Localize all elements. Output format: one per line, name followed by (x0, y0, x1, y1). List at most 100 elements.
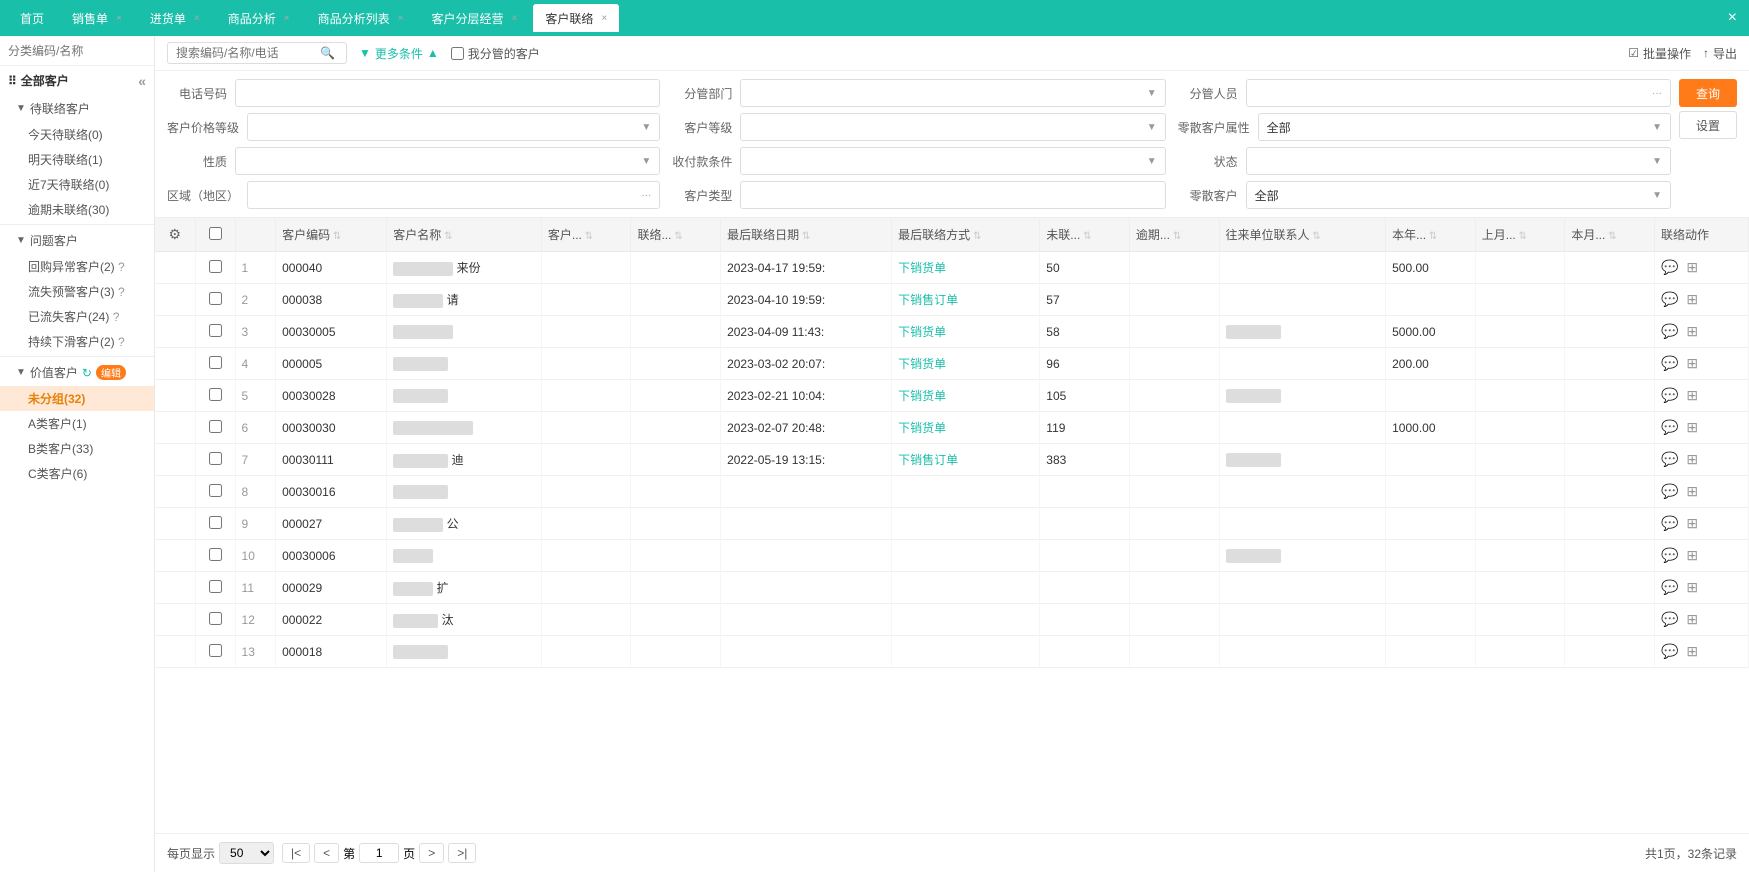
row-checkbox[interactable] (209, 260, 222, 273)
chat-icon[interactable]: 💬 (1661, 611, 1678, 628)
grid-action-icon[interactable]: ⊞ (1686, 291, 1698, 308)
filter-nature-select[interactable]: ▼ (235, 147, 660, 175)
filter-retail-attr-select[interactable]: 全部 ▼ (1258, 113, 1671, 141)
edit-badge[interactable]: 编辑 (96, 365, 126, 380)
grid-action-icon[interactable]: ⊞ (1686, 419, 1698, 436)
grid-action-icon[interactable]: ⊞ (1686, 515, 1698, 532)
chat-icon[interactable]: 💬 (1661, 579, 1678, 596)
th-overdue[interactable]: 逾期... (1129, 218, 1219, 252)
grid-action-icon[interactable]: ⊞ (1686, 259, 1698, 276)
chat-icon[interactable]: 💬 (1661, 451, 1678, 468)
tab-product-analysis-list[interactable]: 商品分析列表 × (306, 4, 416, 32)
tab-customer-contact-close[interactable]: × (601, 13, 607, 24)
tab-purchase-close[interactable]: × (194, 13, 200, 24)
sidebar-item-declining[interactable]: 持续下滑客户(2) ? (0, 329, 154, 354)
filter-customer-type-select[interactable] (740, 181, 1165, 209)
sidebar-item-lost[interactable]: 已流失客户(24) ? (0, 304, 154, 329)
filter-retail-select[interactable]: 全部 ▼ (1246, 181, 1671, 209)
chat-icon[interactable]: 💬 (1661, 387, 1678, 404)
sidebar-item-classB[interactable]: B类客户(33) (0, 436, 154, 461)
grid-action-icon[interactable]: ⊞ (1686, 579, 1698, 596)
th-gear[interactable]: ⚙ (155, 218, 195, 252)
sidebar-item-today[interactable]: 今天待联络(0) (0, 122, 154, 147)
row-checkbox[interactable] (209, 612, 222, 625)
last-method-link[interactable]: 下销货单 (898, 357, 946, 371)
first-page-btn[interactable]: |< (282, 843, 310, 863)
chat-icon[interactable]: 💬 (1661, 547, 1678, 564)
chat-icon[interactable]: 💬 (1661, 483, 1678, 500)
last-page-btn[interactable]: >| (448, 843, 476, 863)
sidebar-group-problem[interactable]: ▼ 问题客户 (0, 227, 154, 254)
th-last-month[interactable]: 上月... (1475, 218, 1565, 252)
page-size-select[interactable]: 50 100 (219, 842, 274, 864)
my-customers-checkbox[interactable] (451, 47, 464, 60)
close-all-button[interactable]: × (1724, 5, 1741, 31)
tab-customer-contact[interactable]: 客户联络 × (533, 4, 619, 32)
row-checkbox[interactable] (209, 644, 222, 657)
sidebar-collapse-btn[interactable]: « (138, 73, 146, 89)
select-all-checkbox[interactable] (209, 227, 222, 240)
chat-icon[interactable]: 💬 (1661, 355, 1678, 372)
last-method-link[interactable]: 下销货单 (898, 325, 946, 339)
tab-product-analysis-close[interactable]: × (284, 13, 290, 24)
chat-icon[interactable]: 💬 (1661, 515, 1678, 532)
row-checkbox[interactable] (209, 292, 222, 305)
th-last-method[interactable]: 最后联络方式 (892, 218, 1040, 252)
sidebar-item-churn-risk[interactable]: 流失预警客户(3) ? (0, 279, 154, 304)
last-method-link[interactable]: 下销货单 (898, 389, 946, 403)
grid-action-icon[interactable]: ⊞ (1686, 611, 1698, 628)
filter-price-level-select[interactable]: ▼ (247, 113, 660, 141)
grid-action-icon[interactable]: ⊞ (1686, 323, 1698, 340)
filter-dept-select[interactable]: ▼ (740, 79, 1165, 107)
search-icon[interactable]: 🔍 (320, 46, 335, 60)
filter-manager-select[interactable]: ··· (1246, 79, 1671, 107)
th-code[interactable]: 客户编码 (276, 218, 387, 252)
export-btn[interactable]: ↑ 导出 (1703, 45, 1737, 62)
row-checkbox[interactable] (209, 420, 222, 433)
sidebar-item-overdue[interactable]: 逾期未联络(30) (0, 197, 154, 222)
grid-action-icon[interactable]: ⊞ (1686, 387, 1698, 404)
tab-customer-tier-close[interactable]: × (511, 13, 517, 24)
tab-product-analysis[interactable]: 商品分析 × (216, 4, 302, 32)
th-contact[interactable]: 联络... (631, 218, 721, 252)
grid-action-icon[interactable]: ⊞ (1686, 451, 1698, 468)
next-page-btn[interactable]: > (419, 843, 444, 863)
chat-icon[interactable]: 💬 (1661, 419, 1678, 436)
all-customers-header[interactable]: ⠿ 全部客户 « (0, 66, 154, 95)
page-input[interactable] (359, 843, 399, 863)
reset-button[interactable]: 设置 (1679, 111, 1737, 139)
prev-page-btn[interactable]: < (314, 843, 339, 863)
row-checkbox[interactable] (209, 484, 222, 497)
grid-action-icon[interactable]: ⊞ (1686, 483, 1698, 500)
sidebar-item-tomorrow[interactable]: 明天待联络(1) (0, 147, 154, 172)
tab-home[interactable]: 首页 (8, 4, 56, 32)
last-method-link[interactable]: 下销货单 (898, 421, 946, 435)
sidebar-item-classC[interactable]: C类客户(6) (0, 461, 154, 486)
filter-region-select[interactable]: ··· (247, 181, 660, 209)
sidebar-search-input[interactable] (8, 44, 155, 58)
tab-product-analysis-list-close[interactable]: × (398, 13, 404, 24)
th-company-contact[interactable]: 往来单位联系人 (1219, 218, 1386, 252)
more-conditions-btn[interactable]: ▼ 更多条件 ▲ (359, 45, 439, 62)
sidebar-item-abnormal[interactable]: 回购异常客户(2) ? (0, 254, 154, 279)
row-checkbox[interactable] (209, 324, 222, 337)
sidebar-item-unclassified[interactable]: 未分组(32) (0, 386, 154, 411)
chat-icon[interactable]: 💬 (1661, 259, 1678, 276)
batch-operation-btn[interactable]: ☑ 批量操作 (1628, 45, 1691, 62)
tab-sales[interactable]: 销售单 × (60, 4, 134, 32)
chat-icon[interactable]: 💬 (1661, 291, 1678, 308)
row-checkbox[interactable] (209, 388, 222, 401)
filter-status-select[interactable]: ▼ (1246, 147, 1671, 175)
last-method-link[interactable]: 下销售订单 (898, 293, 958, 307)
th-name[interactable]: 客户名称 (387, 218, 542, 252)
sidebar-group-value[interactable]: ▼ 价值客户 ↻ 编辑 (0, 359, 154, 386)
row-checkbox[interactable] (209, 580, 222, 593)
tab-purchase[interactable]: 进货单 × (138, 4, 212, 32)
last-method-link[interactable]: 下销货单 (898, 261, 946, 275)
row-checkbox[interactable] (209, 356, 222, 369)
grid-action-icon[interactable]: ⊞ (1686, 355, 1698, 372)
refresh-icon[interactable]: ↻ (82, 366, 92, 380)
row-checkbox[interactable] (209, 452, 222, 465)
row-checkbox[interactable] (209, 516, 222, 529)
query-button[interactable]: 查询 (1679, 79, 1737, 107)
